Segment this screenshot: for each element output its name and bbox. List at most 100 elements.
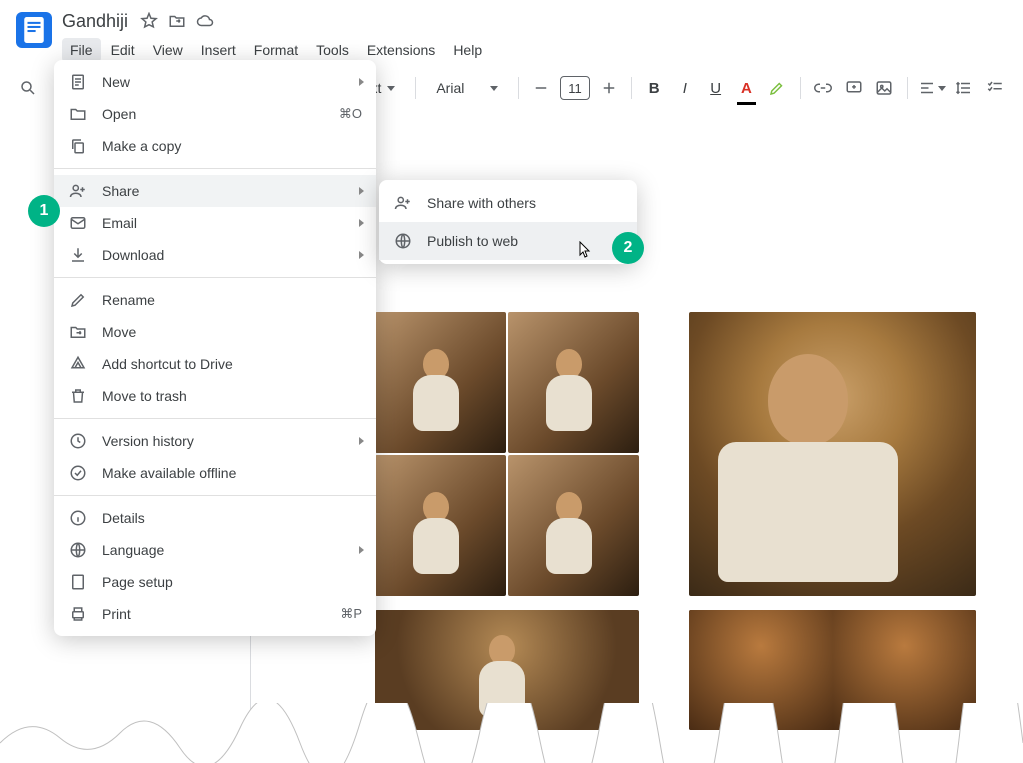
- history-icon: [68, 432, 88, 450]
- submenu-arrow-icon: [359, 546, 364, 554]
- menu-language[interactable]: Language: [54, 534, 376, 566]
- menu-item-label: Rename: [102, 292, 155, 308]
- menu-item-label: Page setup: [102, 574, 173, 590]
- cloud-saved-icon[interactable]: [196, 12, 214, 30]
- portrait-image-2[interactable]: [689, 610, 976, 730]
- email-icon: [68, 214, 88, 232]
- checklist-button[interactable]: [982, 74, 1007, 102]
- menu-version-history[interactable]: Version history: [54, 425, 376, 457]
- menu-rename[interactable]: Rename: [54, 284, 376, 316]
- menu-view[interactable]: View: [145, 38, 191, 62]
- document-title[interactable]: Gandhiji: [62, 11, 128, 32]
- menubar: File Edit View Insert Format Tools Exten…: [62, 38, 490, 62]
- menu-divider: [54, 495, 376, 496]
- add-comment-button[interactable]: [841, 74, 866, 102]
- font-family-select[interactable]: Arial: [426, 74, 508, 102]
- line-spacing-button[interactable]: [952, 74, 977, 102]
- font-size-decrease[interactable]: [529, 74, 554, 102]
- move-icon[interactable]: [168, 12, 186, 30]
- menu-edit[interactable]: Edit: [103, 38, 143, 62]
- submenu-arrow-icon: [359, 219, 364, 227]
- insert-link-button[interactable]: [810, 74, 835, 102]
- menu-trash[interactable]: Move to trash: [54, 380, 376, 412]
- person-add-icon: [68, 182, 88, 200]
- submenu-arrow-icon: [359, 187, 364, 195]
- menu-offline[interactable]: Make available offline: [54, 457, 376, 489]
- menu-item-label: Add shortcut to Drive: [102, 356, 233, 372]
- search-icon[interactable]: [16, 74, 41, 102]
- italic-button[interactable]: I: [673, 74, 698, 102]
- menu-print[interactable]: Print ⌘P: [54, 598, 376, 630]
- download-icon: [68, 246, 88, 264]
- font-size-increase[interactable]: [596, 74, 621, 102]
- menu-item-label: Language: [102, 542, 164, 558]
- menu-item-label: Email: [102, 215, 137, 231]
- menu-open[interactable]: Open⌘O: [54, 98, 376, 130]
- document-images-row1: [375, 312, 976, 596]
- toolbar-separator: [415, 77, 416, 99]
- annotation-marker-1: 1: [28, 195, 60, 227]
- menu-format[interactable]: Format: [246, 38, 306, 62]
- menu-add-shortcut[interactable]: Add shortcut to Drive: [54, 348, 376, 380]
- document-icon: [68, 73, 88, 91]
- page-icon: [68, 573, 88, 591]
- toolbar-separator: [631, 77, 632, 99]
- caret-down-icon: [490, 86, 498, 91]
- align-button[interactable]: [918, 74, 946, 102]
- insert-image-button[interactable]: [872, 74, 897, 102]
- star-icon[interactable]: [140, 12, 158, 30]
- submenu-share-with-others[interactable]: Share with others: [379, 184, 637, 222]
- toolbar-separator: [518, 77, 519, 99]
- menu-extensions[interactable]: Extensions: [359, 38, 443, 62]
- menu-page-setup[interactable]: Page setup: [54, 566, 376, 598]
- menu-share[interactable]: Share: [54, 175, 376, 207]
- portrait-image-1[interactable]: [689, 312, 976, 596]
- submenu-label: Publish to web: [427, 233, 518, 249]
- menu-file[interactable]: File: [62, 38, 101, 62]
- folder-move-icon: [68, 323, 88, 341]
- menu-item-shortcut: ⌘P: [340, 606, 362, 622]
- menu-tools[interactable]: Tools: [308, 38, 357, 62]
- menu-item-label: New: [102, 74, 130, 90]
- caret-down-icon: [938, 86, 946, 91]
- menu-help[interactable]: Help: [445, 38, 490, 62]
- globe-icon: [393, 232, 413, 250]
- docs-logo[interactable]: [16, 12, 52, 48]
- menu-insert[interactable]: Insert: [193, 38, 244, 62]
- pencil-icon: [68, 291, 88, 309]
- document-images-row2: [375, 610, 976, 730]
- menu-item-label: Move: [102, 324, 136, 340]
- highlight-button[interactable]: [765, 74, 790, 102]
- menu-download[interactable]: Download: [54, 239, 376, 271]
- menu-item-label: Share: [102, 183, 139, 199]
- font-family-label: Arial: [436, 80, 464, 96]
- caret-down-icon: [387, 86, 395, 91]
- trash-icon: [68, 387, 88, 405]
- info-icon: [68, 509, 88, 527]
- submenu-publish-to-web[interactable]: Publish to web: [379, 222, 637, 260]
- menu-item-label: Version history: [102, 433, 194, 449]
- menu-item-label: Details: [102, 510, 145, 526]
- menu-details[interactable]: Details: [54, 502, 376, 534]
- globe-icon: [68, 541, 88, 559]
- annotation-marker-2: 2: [612, 232, 644, 264]
- menu-item-label: Move to trash: [102, 388, 187, 404]
- menu-make-copy[interactable]: Make a copy: [54, 130, 376, 162]
- menu-move[interactable]: Move: [54, 316, 376, 348]
- image-grid-1[interactable]: [375, 312, 639, 596]
- submenu-arrow-icon: [359, 437, 364, 445]
- underline-button[interactable]: U: [703, 74, 728, 102]
- menu-email[interactable]: Email: [54, 207, 376, 239]
- menu-item-label: Make available offline: [102, 465, 236, 481]
- menu-item-label: Print: [102, 606, 131, 622]
- submenu-arrow-icon: [359, 251, 364, 259]
- font-size-input[interactable]: 11: [560, 76, 590, 100]
- menu-new[interactable]: New: [54, 66, 376, 98]
- image-2[interactable]: [375, 610, 639, 730]
- text-color-button[interactable]: A: [734, 74, 759, 102]
- person-add-icon: [393, 194, 413, 212]
- bold-button[interactable]: B: [642, 74, 667, 102]
- folder-icon: [68, 105, 88, 123]
- toolbar-separator: [800, 77, 801, 99]
- file-menu-dropdown: New Open⌘O Make a copy Share Email Downl…: [54, 60, 376, 636]
